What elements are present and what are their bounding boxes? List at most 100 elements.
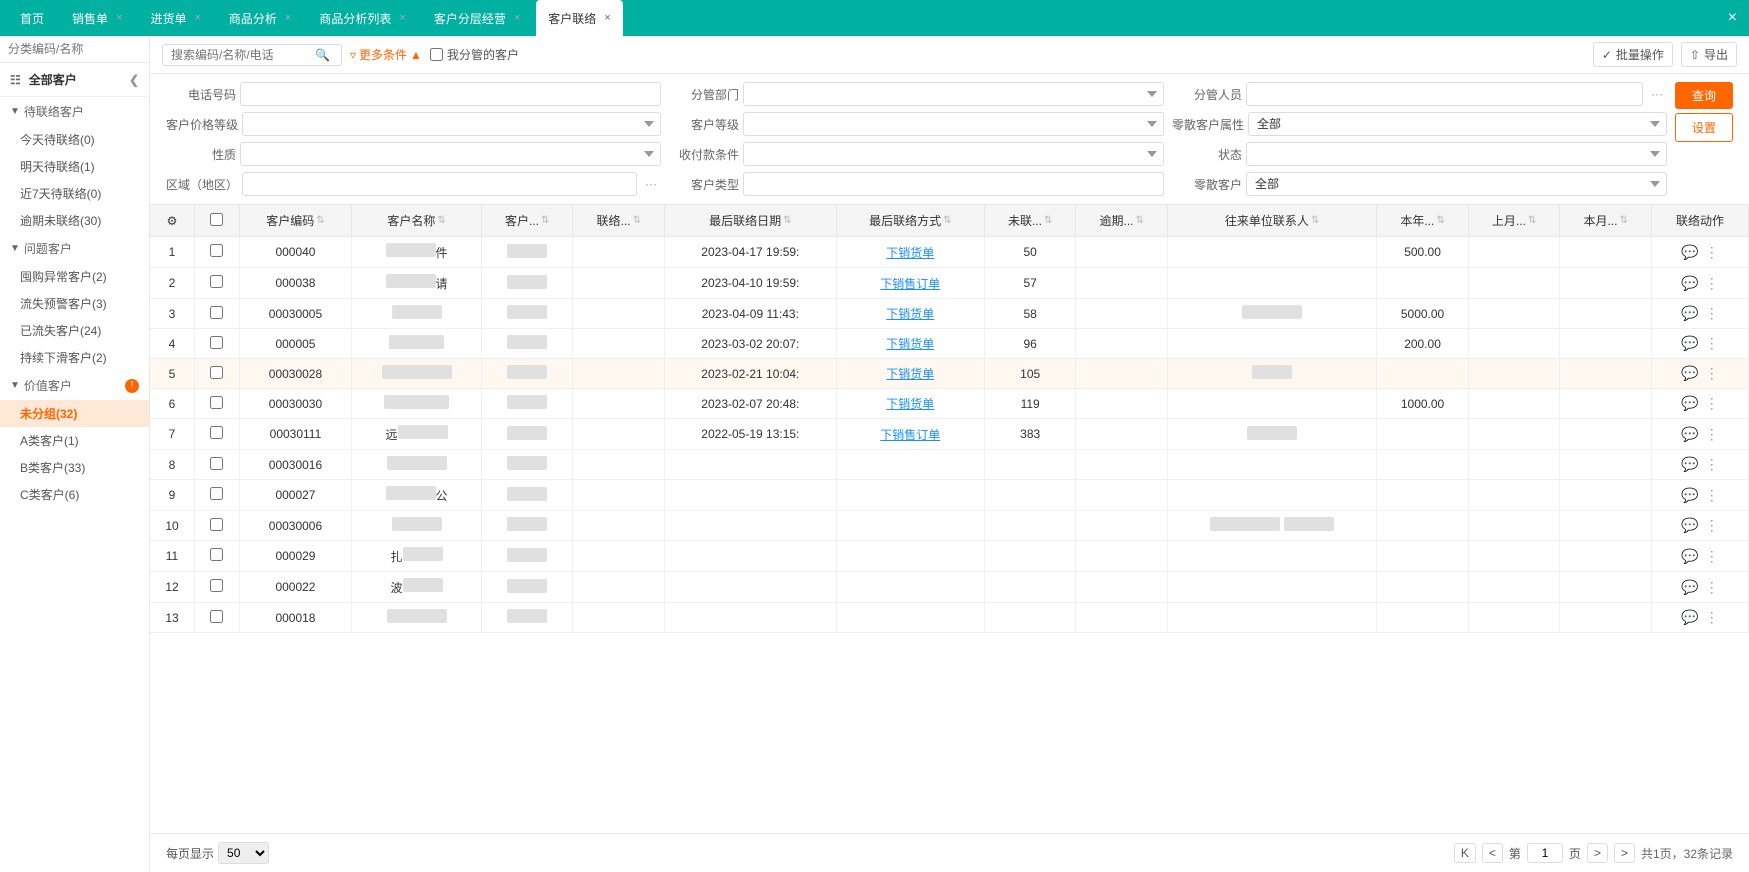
action-message-icon[interactable]: 💬	[1681, 487, 1698, 504]
sort-icon-contact[interactable]: ⇅	[633, 215, 641, 226]
action-more-icon[interactable]: ⋮	[1705, 275, 1719, 292]
filter-select-grade[interactable]	[743, 112, 1164, 136]
sort-icon-year[interactable]: ⇅	[1436, 215, 1444, 226]
reset-button[interactable]: 设置	[1675, 113, 1733, 142]
action-message-icon[interactable]: 💬	[1681, 395, 1698, 412]
row-checkbox[interactable]	[210, 610, 223, 623]
filter-select-status[interactable]	[1246, 142, 1667, 166]
cell-checkbox[interactable]	[195, 359, 240, 389]
last-way-link[interactable]: 下销货单	[886, 307, 934, 321]
sidebar-search-input[interactable]	[8, 42, 150, 56]
my-customers-check[interactable]	[430, 48, 443, 61]
action-more-icon[interactable]: ⋮	[1705, 456, 1719, 473]
cell-checkbox[interactable]	[195, 299, 240, 329]
sort-icon-no-contact[interactable]: ⇅	[1044, 215, 1052, 226]
row-checkbox[interactable]	[210, 336, 223, 349]
sort-icon-overdue[interactable]: ⇅	[1136, 215, 1144, 226]
action-more-icon[interactable]: ⋮	[1705, 365, 1719, 382]
filter-input-region[interactable]	[242, 172, 637, 196]
nav-tab-purchase[interactable]: 进货单 ×	[138, 0, 212, 36]
batch-ops-button[interactable]: ✓ 批量操作	[1593, 42, 1673, 67]
sort-icon-this-month[interactable]: ⇅	[1619, 215, 1627, 226]
prev-page-button[interactable]: <	[1482, 843, 1503, 863]
action-message-icon[interactable]: 💬	[1681, 579, 1698, 596]
row-checkbox[interactable]	[210, 579, 223, 592]
first-page-button[interactable]: K	[1454, 843, 1476, 863]
action-more-icon[interactable]: ⋮	[1705, 426, 1719, 443]
th-checkbox[interactable]	[195, 205, 240, 237]
sidebar-item-a-class[interactable]: A类客户(1)	[0, 427, 149, 454]
nav-tab-home[interactable]: 首页	[8, 0, 56, 36]
sidebar-all-customers[interactable]: ☷ 全部客户 ❮	[0, 63, 149, 97]
th-settings[interactable]: ⚙	[150, 205, 195, 237]
filter-input-phone[interactable]	[240, 82, 661, 106]
sidebar-group-problem[interactable]: ▼ 问题客户	[0, 234, 149, 263]
filter-input-type[interactable]	[743, 172, 1164, 196]
sidebar-item-tomorrow-pending[interactable]: 明天待联络(1)	[0, 153, 149, 180]
sort-icon-name[interactable]: ⇅	[437, 215, 445, 226]
sidebar-item-churned[interactable]: 已流失客户(24)	[0, 317, 149, 344]
action-more-icon[interactable]: ⋮	[1705, 548, 1719, 565]
nav-tab-sales-close[interactable]: ×	[116, 12, 122, 24]
row-checkbox[interactable]	[210, 548, 223, 561]
filter-select-dept[interactable]	[743, 82, 1164, 106]
last-way-link[interactable]: 下销售订单	[880, 277, 940, 291]
nav-tab-customer-tier-close[interactable]: ×	[514, 12, 520, 24]
cell-checkbox[interactable]	[195, 419, 240, 450]
nav-tab-customer-tier[interactable]: 客户分层经营 ×	[422, 0, 532, 36]
sidebar-item-today-pending[interactable]: 今天待联络(0)	[0, 126, 149, 153]
nav-tab-customer-contact[interactable]: 客户联络 ×	[536, 0, 622, 36]
action-more-icon[interactable]: ⋮	[1705, 244, 1719, 261]
sort-icon-partner[interactable]: ⇅	[1311, 215, 1319, 226]
action-message-icon[interactable]: 💬	[1681, 456, 1698, 473]
sidebar-item-declining[interactable]: 持续下滑客户(2)	[0, 344, 149, 371]
action-more-icon[interactable]: ⋮	[1705, 335, 1719, 352]
action-message-icon[interactable]: 💬	[1681, 335, 1698, 352]
export-button[interactable]: ⇧ 导出	[1681, 42, 1737, 67]
filter-search-icon[interactable]: 🔍	[315, 48, 330, 62]
filter-dots-region[interactable]: ···	[641, 177, 661, 191]
cell-checkbox[interactable]	[195, 572, 240, 603]
action-message-icon[interactable]: 💬	[1681, 305, 1698, 322]
action-more-icon[interactable]: ⋮	[1705, 305, 1719, 322]
action-more-icon[interactable]: ⋮	[1705, 487, 1719, 504]
nav-tab-product-list-close[interactable]: ×	[399, 12, 405, 24]
action-message-icon[interactable]: 💬	[1681, 548, 1698, 565]
nav-tab-product-close[interactable]: ×	[285, 12, 291, 24]
nav-tab-purchase-close[interactable]: ×	[194, 12, 200, 24]
row-checkbox[interactable]	[210, 275, 223, 288]
sort-icon-type[interactable]: ⇅	[541, 215, 549, 226]
page-number-input[interactable]	[1527, 843, 1563, 863]
select-all-checkbox[interactable]	[210, 213, 223, 226]
action-message-icon[interactable]: 💬	[1681, 244, 1698, 261]
filter-select-nature[interactable]	[240, 142, 661, 166]
action-more-icon[interactable]: ⋮	[1705, 579, 1719, 596]
cell-checkbox[interactable]	[195, 450, 240, 480]
sidebar-item-abnormal[interactable]: 囤购异常客户(2)	[0, 263, 149, 290]
last-way-link[interactable]: 下销货单	[886, 367, 934, 381]
last-way-link[interactable]: 下销售订单	[880, 428, 940, 442]
sort-icon-way[interactable]: ⇅	[943, 215, 951, 226]
filter-select-price-grade[interactable]	[242, 112, 661, 136]
cell-checkbox[interactable]	[195, 329, 240, 359]
sidebar-group-value[interactable]: ▼ 价值客户 !	[0, 371, 149, 400]
row-checkbox[interactable]	[210, 426, 223, 439]
more-filter-button[interactable]: ▿ 更多条件 ▲	[350, 46, 422, 63]
action-more-icon[interactable]: ⋮	[1705, 395, 1719, 412]
sidebar-group-pending[interactable]: ▼ 待联络客户	[0, 97, 149, 126]
row-checkbox[interactable]	[210, 366, 223, 379]
filter-dots-person[interactable]: ···	[1647, 87, 1667, 101]
cell-checkbox[interactable]	[195, 237, 240, 268]
row-checkbox[interactable]	[210, 518, 223, 531]
sidebar-item-overdue[interactable]: 逾期未联络(30)	[0, 207, 149, 234]
nav-tab-product-analysis[interactable]: 商品分析 ×	[217, 0, 303, 36]
last-way-link[interactable]: 下销货单	[886, 246, 934, 260]
row-checkbox[interactable]	[210, 306, 223, 319]
cell-checkbox[interactable]	[195, 511, 240, 541]
cell-checkbox[interactable]	[195, 480, 240, 511]
filter-search-input[interactable]	[171, 48, 311, 62]
action-more-icon[interactable]: ⋮	[1705, 609, 1719, 626]
action-message-icon[interactable]: 💬	[1681, 609, 1698, 626]
action-message-icon[interactable]: 💬	[1681, 275, 1698, 292]
row-checkbox[interactable]	[210, 457, 223, 470]
